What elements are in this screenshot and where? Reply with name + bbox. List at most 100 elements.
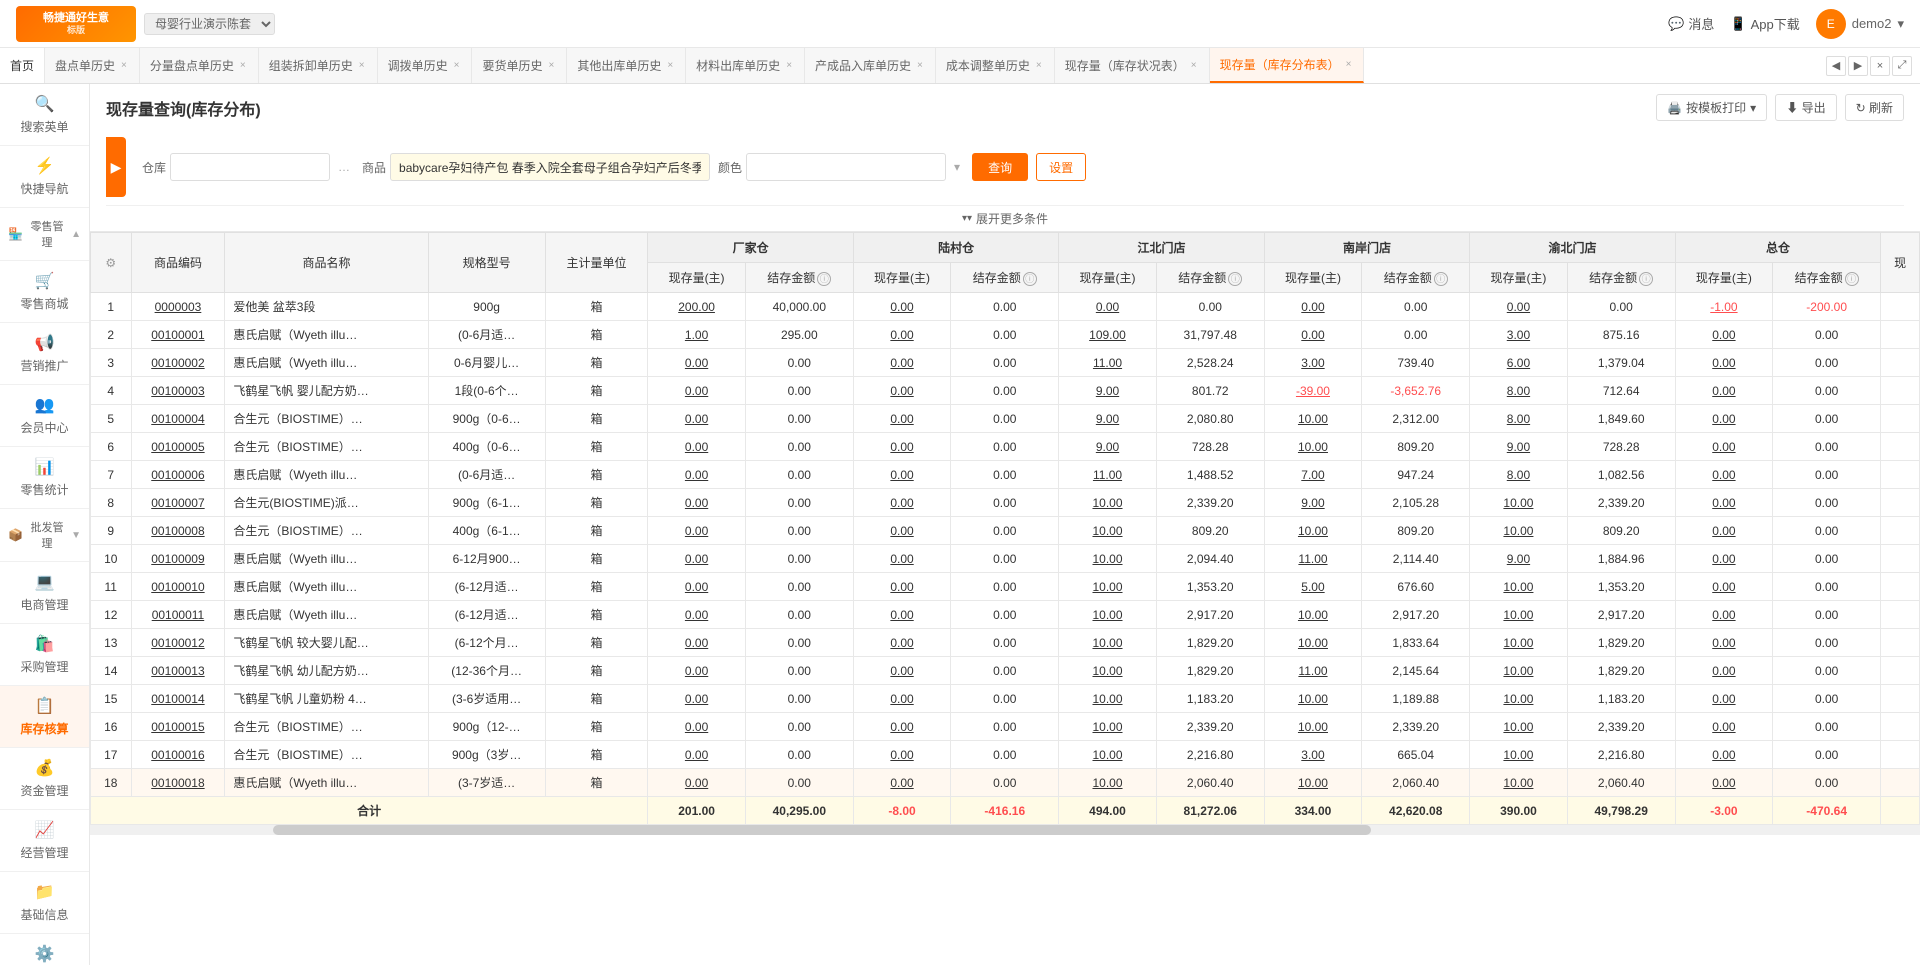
cell-lucun-qty[interactable]: 0.00: [853, 377, 950, 405]
cell-nanan-qty[interactable]: 0.00: [1264, 293, 1361, 321]
cell-factory-qty[interactable]: 0.00: [648, 713, 745, 741]
cell-lucun-qty[interactable]: 0.00: [853, 741, 950, 769]
cell-lucun-qty[interactable]: 0.00: [853, 629, 950, 657]
tab-assemble[interactable]: 组装拆卸单历史 ×: [259, 48, 378, 83]
cell-factory-qty[interactable]: 0.00: [648, 489, 745, 517]
cell-nanan-qty[interactable]: 3.00: [1264, 741, 1361, 769]
cell-yubei-qty[interactable]: 8.00: [1470, 461, 1567, 489]
tab-close-cost-adjust[interactable]: ×: [1034, 59, 1044, 72]
cell-lucun-qty[interactable]: 0.00: [853, 349, 950, 377]
tab-expand-button[interactable]: ⤢: [1892, 56, 1912, 76]
tab-close-transfer[interactable]: ×: [452, 59, 462, 72]
cell-total-qty[interactable]: 0.00: [1675, 405, 1772, 433]
tab-next-button[interactable]: ▶: [1848, 56, 1868, 76]
cell-nanan-qty[interactable]: 5.00: [1264, 573, 1361, 601]
cell-code[interactable]: 00100009: [131, 545, 225, 573]
cell-lucun-qty[interactable]: 0.00: [853, 461, 950, 489]
cell-nanan-qty[interactable]: 0.00: [1264, 321, 1361, 349]
sidebar-item-basic[interactable]: 📁 基础信息: [0, 872, 89, 934]
cell-lucun-qty[interactable]: 0.00: [853, 573, 950, 601]
cell-code[interactable]: 00100014: [131, 685, 225, 713]
cell-code[interactable]: 00100004: [131, 405, 225, 433]
cell-code[interactable]: 00100002: [131, 349, 225, 377]
cell-code[interactable]: 00100005: [131, 433, 225, 461]
tab-stock-dist[interactable]: 现存量（库存分布表） ×: [1210, 48, 1365, 83]
tab-transfer[interactable]: 调拨单历史 ×: [378, 48, 473, 83]
cell-yubei-qty[interactable]: 10.00: [1470, 713, 1567, 741]
cell-total-qty[interactable]: 0.00: [1675, 461, 1772, 489]
horizontal-scrollbar[interactable]: [90, 825, 1920, 835]
cell-factory-qty[interactable]: 0.00: [648, 517, 745, 545]
cell-code[interactable]: 0000003: [131, 293, 225, 321]
app-download-button[interactable]: 📱 App下载: [1730, 14, 1799, 33]
cell-nanan-qty[interactable]: 10.00: [1264, 433, 1361, 461]
tab-close-stocktake[interactable]: ×: [119, 59, 129, 72]
cell-factory-qty[interactable]: 0.00: [648, 349, 745, 377]
cell-jiangbei-qty[interactable]: 9.00: [1059, 433, 1156, 461]
cell-lucun-qty[interactable]: 0.00: [853, 545, 950, 573]
total-amt-info[interactable]: ⓘ: [1845, 272, 1859, 286]
message-button[interactable]: 💬 消息: [1668, 14, 1714, 33]
cell-nanan-qty[interactable]: 10.00: [1264, 769, 1361, 797]
yubei-amt-info[interactable]: ⓘ: [1639, 272, 1653, 286]
cell-lucun-qty[interactable]: 0.00: [853, 601, 950, 629]
cell-jiangbei-qty[interactable]: 10.00: [1059, 545, 1156, 573]
cell-total-qty[interactable]: 0.00: [1675, 685, 1772, 713]
cell-total-qty[interactable]: 0.00: [1675, 601, 1772, 629]
cell-factory-qty[interactable]: 1.00: [648, 321, 745, 349]
cell-total-qty[interactable]: 0.00: [1675, 657, 1772, 685]
cell-code[interactable]: 00100013: [131, 657, 225, 685]
cell-total-qty[interactable]: 0.00: [1675, 741, 1772, 769]
cell-lucun-qty[interactable]: 0.00: [853, 769, 950, 797]
cell-yubei-qty[interactable]: 6.00: [1470, 349, 1567, 377]
cell-total-qty[interactable]: 0.00: [1675, 769, 1772, 797]
cell-yubei-qty[interactable]: 10.00: [1470, 601, 1567, 629]
warehouse-input[interactable]: [170, 153, 330, 181]
nanan-amt-info[interactable]: ⓘ: [1434, 272, 1448, 286]
cell-jiangbei-qty[interactable]: 10.00: [1059, 489, 1156, 517]
cell-code[interactable]: 00100015: [131, 713, 225, 741]
cell-lucun-qty[interactable]: 0.00: [853, 713, 950, 741]
expand-row[interactable]: ▾▾ 展开更多条件: [106, 205, 1904, 231]
sidebar-item-search[interactable]: 🔍 搜索英单: [0, 84, 89, 146]
search-button[interactable]: 查询: [972, 153, 1028, 181]
cell-total-qty[interactable]: 0.00: [1675, 489, 1772, 517]
cell-total-qty[interactable]: -1.00: [1675, 293, 1772, 321]
cell-yubei-qty[interactable]: 9.00: [1470, 433, 1567, 461]
cell-jiangbei-qty[interactable]: 9.00: [1059, 377, 1156, 405]
tab-close-stocktake2[interactable]: ×: [238, 59, 248, 72]
cell-jiangbei-qty[interactable]: 10.00: [1059, 769, 1156, 797]
sidebar-item-quick-nav[interactable]: ⚡ 快捷导航: [0, 146, 89, 208]
tab-stock-status[interactable]: 现存量（库存状况表） ×: [1055, 48, 1210, 83]
cell-factory-qty[interactable]: 0.00: [648, 685, 745, 713]
cell-yubei-qty[interactable]: 10.00: [1470, 517, 1567, 545]
cell-code[interactable]: 00100016: [131, 741, 225, 769]
cell-jiangbei-qty[interactable]: 10.00: [1059, 601, 1156, 629]
tab-material-out[interactable]: 材料出库单历史 ×: [686, 48, 805, 83]
cell-yubei-qty[interactable]: 10.00: [1470, 629, 1567, 657]
cell-jiangbei-qty[interactable]: 10.00: [1059, 657, 1156, 685]
cell-factory-qty[interactable]: 200.00: [648, 293, 745, 321]
collapse-button[interactable]: ▶: [106, 137, 126, 197]
sidebar-item-purchase[interactable]: 🛍️ 采购管理: [0, 624, 89, 686]
cell-code[interactable]: 00100010: [131, 573, 225, 601]
cell-yubei-qty[interactable]: 10.00: [1470, 769, 1567, 797]
cell-lucun-qty[interactable]: 0.00: [853, 293, 950, 321]
cell-nanan-qty[interactable]: 10.00: [1264, 629, 1361, 657]
sidebar-item-finance[interactable]: 💰 资金管理: [0, 748, 89, 810]
tab-product-in[interactable]: 产成品入库单历史 ×: [805, 48, 936, 83]
cell-jiangbei-qty[interactable]: 10.00: [1059, 741, 1156, 769]
tab-stocktake2[interactable]: 分量盘点单历史 ×: [140, 48, 259, 83]
cell-code[interactable]: 00100001: [131, 321, 225, 349]
cell-nanan-qty[interactable]: 10.00: [1264, 713, 1361, 741]
cell-lucun-qty[interactable]: 0.00: [853, 517, 950, 545]
cell-code[interactable]: 00100012: [131, 629, 225, 657]
cell-jiangbei-qty[interactable]: 10.00: [1059, 713, 1156, 741]
sidebar-item-marketing[interactable]: 📢 营销推广: [0, 323, 89, 385]
product-input[interactable]: [390, 153, 710, 181]
cell-nanan-qty[interactable]: 11.00: [1264, 545, 1361, 573]
tab-close-all-button[interactable]: ×: [1870, 56, 1890, 76]
cell-jiangbei-qty[interactable]: 0.00: [1059, 293, 1156, 321]
cell-code[interactable]: 00100018: [131, 769, 225, 797]
sidebar-item-ecommerce[interactable]: 💻 电商管理: [0, 562, 89, 624]
